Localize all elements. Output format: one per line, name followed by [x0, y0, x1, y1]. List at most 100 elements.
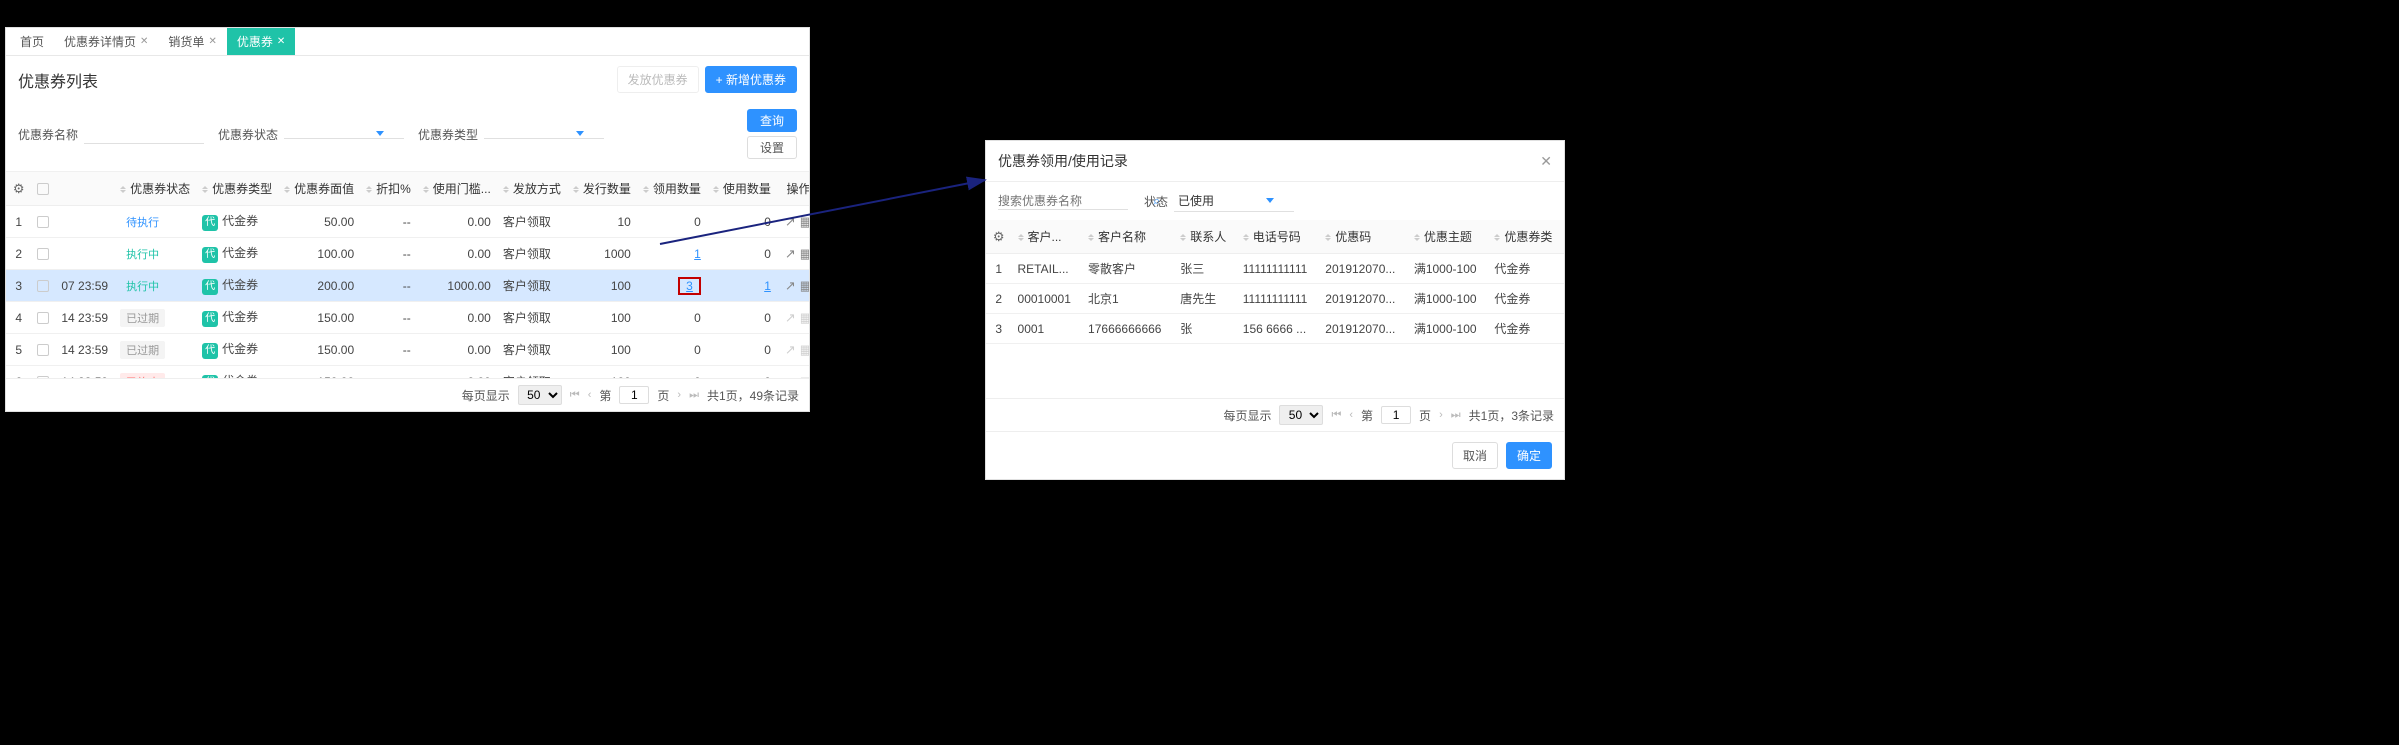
col-cust-code[interactable]: 客户... — [1012, 220, 1083, 254]
row-checkbox[interactable] — [31, 302, 55, 334]
col-gear[interactable]: ⚙ — [986, 220, 1012, 254]
share-icon[interactable]: ↗ — [785, 246, 796, 262]
ok-button[interactable]: 确定 — [1506, 442, 1552, 469]
tab-coupon[interactable]: 优惠券 ✕ — [227, 28, 295, 55]
share-icon[interactable]: ↗ — [785, 278, 796, 294]
col-issued[interactable]: 发行数量 — [567, 172, 637, 206]
col-time[interactable] — [55, 172, 114, 206]
claimed-link[interactable]: 3 — [686, 279, 693, 293]
checkbox-icon[interactable] — [37, 183, 49, 195]
table-row[interactable]: 1 RETAIL... 零散客户 张三 11111111111 2019120​… — [986, 254, 1564, 284]
col-gear[interactable]: ⚙ — [6, 172, 31, 206]
table-row[interactable]: 4 14 23:59 已过期 代代金券 150.00 -- 0.00 客户领取 … — [6, 302, 809, 334]
row-index: 6 — [6, 366, 31, 379]
table-row[interactable]: 2 执行中 代代金券 100.00 -- 0.00 客户领取 1000 1 0 … — [6, 238, 809, 270]
col-value[interactable]: 优惠券面值 — [278, 172, 360, 206]
table-row[interactable]: 2 00010001 北京1 唐先生 11111111111 2019120​7… — [986, 284, 1564, 314]
table-row[interactable]: 5 14 23:59 已过期 代代金券 150.00 -- 0.00 客户领取 … — [6, 334, 809, 366]
first-page-icon[interactable]: ⏮ — [570, 389, 580, 402]
type-select[interactable] — [484, 129, 604, 139]
row-subject: 满1000-100 — [1408, 254, 1489, 284]
col-threshold[interactable]: 使用门槛... — [417, 172, 497, 206]
qr-icon[interactable]: ▦ — [800, 278, 809, 294]
col-status[interactable]: 优惠券状态 — [114, 172, 196, 206]
row-status: 已过期 — [114, 302, 196, 334]
row-threshold: 0.00 — [417, 238, 497, 270]
row-checkbox[interactable] — [31, 334, 55, 366]
tab-home[interactable]: 首页 — [10, 28, 54, 55]
table-row[interactable]: 1 待执行 代代金券 50.00 -- 0.00 客户领取 10 0 0 ↗▦ — [6, 206, 809, 238]
col-phone[interactable]: 电话号码 — [1237, 220, 1320, 254]
search-input[interactable] — [998, 194, 1153, 208]
filter-type: 优惠券类型 — [418, 126, 604, 143]
page-input[interactable] — [1381, 406, 1411, 424]
used-link[interactable]: 1 — [764, 279, 771, 293]
checkbox-icon[interactable] — [37, 344, 49, 356]
checkbox-icon[interactable] — [37, 216, 49, 228]
close-icon[interactable]: ✕ — [1540, 153, 1552, 170]
col-label: 发放方式 — [513, 182, 561, 196]
checkbox-icon[interactable] — [37, 312, 49, 324]
prev-page-icon[interactable]: ‹ — [1349, 409, 1353, 421]
table-row[interactable]: 3 0001 17666666666 张 156 6666 ... 201912… — [986, 314, 1564, 344]
row-claimed: 0 — [637, 366, 707, 379]
tab-coupon-detail[interactable]: 优惠券详情页 ✕ — [54, 28, 158, 55]
col-discount[interactable]: 折扣% — [360, 172, 417, 206]
claimed-link[interactable]: 1 — [694, 247, 701, 261]
coupon-name-input[interactable] — [84, 125, 204, 144]
row-actions: ↗▦ — [777, 238, 809, 270]
first-page-icon[interactable]: ⏮ — [1331, 409, 1341, 422]
last-page-icon[interactable]: ⏭ — [1451, 409, 1461, 422]
settings-button[interactable]: 设置 — [747, 136, 797, 159]
checkbox-icon[interactable] — [37, 280, 49, 292]
search-button[interactable]: 查询 — [747, 109, 797, 132]
col-checkbox[interactable] — [31, 172, 55, 206]
col-method[interactable]: 发放方式 — [497, 172, 567, 206]
col-used[interactable]: 使用数量 — [707, 172, 777, 206]
status-select[interactable] — [284, 129, 404, 139]
row-index: 3 — [986, 314, 1012, 344]
col-subject[interactable]: 优惠主题 — [1408, 220, 1489, 254]
next-page-icon[interactable]: › — [677, 389, 681, 401]
close-icon[interactable]: ✕ — [140, 36, 148, 47]
usage-table: ⚙ 客户... 客户名称 联系人 电话号码 优惠码 优惠主题 优惠券类 1 RE… — [986, 220, 1564, 344]
claimed-highlight[interactable]: 3 — [678, 277, 701, 295]
row-method: 客户领取 — [497, 238, 567, 270]
row-threshold: 1000.00 — [417, 270, 497, 302]
col-ctype[interactable]: 优惠券类 — [1488, 220, 1564, 254]
col-contact[interactable]: 联系人 — [1174, 220, 1237, 254]
add-coupon-button[interactable]: + 新增优惠券 — [705, 66, 797, 93]
row-claimed: 3 — [637, 270, 707, 302]
col-type[interactable]: 优惠券类型 — [196, 172, 278, 206]
cancel-button[interactable]: 取消 — [1452, 442, 1498, 469]
col-claimed[interactable]: 领用数量 — [637, 172, 707, 206]
checkbox-icon[interactable] — [37, 248, 49, 260]
next-page-icon[interactable]: › — [1439, 409, 1443, 421]
close-icon[interactable]: ✕ — [277, 36, 285, 47]
tab-sales-order[interactable]: 销货单 ✕ — [158, 28, 226, 55]
row-index: 5 — [6, 334, 31, 366]
table-row[interactable]: 3 07 23:59 执行中 代代金券 200.00 -- 1000.00 客户… — [6, 270, 809, 302]
qr-icon[interactable]: ▦ — [800, 246, 809, 262]
row-discount: -- — [360, 302, 417, 334]
per-page-select[interactable]: 50 — [1279, 405, 1323, 425]
share-icon[interactable]: ↗ — [785, 214, 796, 230]
col-code[interactable]: 优惠码 — [1319, 220, 1408, 254]
row-checkbox[interactable] — [31, 366, 55, 379]
row-checkbox[interactable] — [31, 270, 55, 302]
per-page-select[interactable]: 50 — [518, 385, 562, 405]
prev-page-icon[interactable]: ‹ — [588, 389, 592, 401]
search-box[interactable]: ⌕ — [998, 193, 1128, 210]
qr-icon[interactable]: ▦ — [800, 214, 809, 230]
close-icon[interactable]: ✕ — [208, 36, 216, 47]
col-label: 操作 — [786, 182, 809, 196]
col-cust-name[interactable]: 客户名称 — [1082, 220, 1174, 254]
table-row[interactable]: 6 14 23:59 已终止 代代金券 150.00 -- 0.00 客户领取 … — [6, 366, 809, 379]
page-input[interactable] — [619, 386, 649, 404]
distribute-coupon-button[interactable]: 发放优惠券 — [617, 66, 699, 93]
last-page-icon[interactable]: ⏭ — [689, 389, 699, 402]
row-checkbox[interactable] — [31, 238, 55, 270]
page-prefix: 第 — [599, 387, 611, 404]
status-select[interactable]: 已使用 — [1174, 190, 1294, 212]
row-checkbox[interactable] — [31, 206, 55, 238]
